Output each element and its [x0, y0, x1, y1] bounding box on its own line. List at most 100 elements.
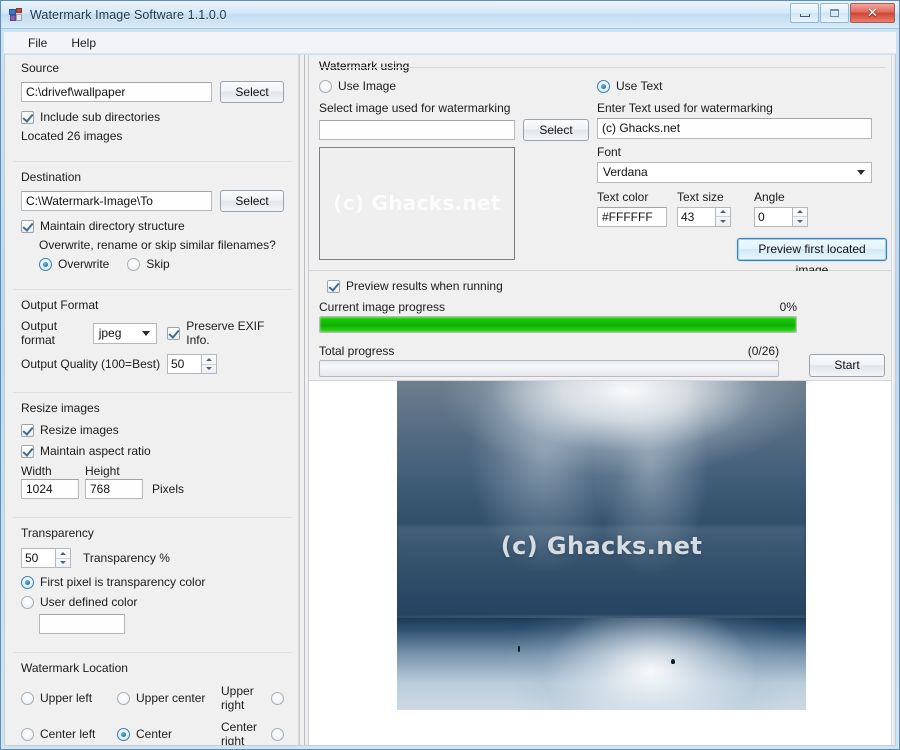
output-quality-value[interactable]: 50 [167, 354, 201, 374]
text-color-input[interactable]: #FFFFFF [597, 206, 667, 227]
font-label: Font [597, 144, 622, 159]
first-pixel-transparency-radio[interactable]: First pixel is transparency color [21, 575, 205, 589]
current-progress-percent: 0% [779, 299, 797, 314]
maintain-directory-structure-checkbox[interactable]: Maintain directory structure [21, 219, 185, 233]
watermark-image-path-input[interactable] [319, 119, 515, 140]
divider [13, 517, 292, 518]
source-path-input[interactable]: C:\drivef\wallpaper [21, 82, 213, 102]
maintain-aspect-ratio-checkbox[interactable]: Maintain aspect ratio [21, 444, 151, 458]
radio-icon [597, 79, 610, 93]
skip-radio[interactable]: Skip [127, 257, 170, 271]
angle-label: Angle [754, 189, 785, 204]
stepper-up-icon[interactable] [793, 208, 807, 217]
font-select[interactable]: Verdana [597, 161, 872, 183]
close-button[interactable]: ✕ [850, 3, 895, 23]
total-progress-label: Total progress [319, 343, 395, 358]
current-progress-fill [320, 316, 796, 332]
radio-icon [39, 257, 52, 271]
group-resize-images: Resize images Resize images Maintain asp… [13, 401, 292, 508]
stepper-buttons[interactable] [792, 206, 808, 227]
user-defined-color-label: User defined color [40, 595, 138, 609]
text-size-value[interactable]: 43 [677, 206, 715, 227]
text-color-label: Text color [597, 189, 649, 204]
watermark-image-select-button[interactable]: Select [523, 118, 589, 141]
stepper-up-icon[interactable] [716, 208, 730, 217]
preserve-exif-label: Preserve EXIF Info. [186, 319, 265, 347]
stepper-down-icon[interactable] [716, 217, 730, 226]
output-quality-stepper[interactable]: 50 [167, 354, 217, 374]
location-upper-right-radio[interactable]: Upper right [221, 684, 284, 712]
stepper-buttons[interactable] [715, 206, 731, 227]
total-progress-count: (0/26) [747, 343, 780, 358]
stepper-down-icon[interactable] [56, 559, 70, 568]
start-button[interactable]: Start [809, 353, 885, 377]
watermark-image-caption: Select image used for watermarking [319, 100, 511, 115]
stepper-up-icon[interactable] [56, 549, 70, 559]
overwrite-radio[interactable]: Overwrite [39, 257, 109, 271]
group-source-title: Source [21, 61, 60, 75]
title-bar: Watermark Image Software 1.1.0.0 ✕ [1, 1, 899, 29]
source-select-button[interactable]: Select [220, 81, 284, 103]
stepper-up-icon[interactable] [202, 355, 216, 365]
resize-images-checkbox[interactable]: Resize images [21, 423, 119, 437]
use-text-radio[interactable]: Use Text [597, 79, 662, 93]
app-window-icon [8, 7, 24, 23]
stepper-buttons[interactable] [201, 354, 217, 374]
divider [13, 652, 292, 653]
include-sub-directories-label: Include sub directories [40, 110, 161, 124]
output-format-select[interactable]: jpeg [92, 322, 158, 344]
preserve-exif-checkbox[interactable]: Preserve EXIF Info. [167, 319, 284, 347]
stepper-down-icon[interactable] [793, 217, 807, 226]
stepper-down-icon[interactable] [202, 365, 216, 374]
watermark-text-input[interactable]: (c) Ghacks.net [597, 117, 872, 139]
destination-select-button[interactable]: Select [220, 190, 284, 212]
location-center-left-radio[interactable]: Center left [21, 727, 117, 741]
maximize-button[interactable] [820, 3, 849, 23]
height-input[interactable]: 768 [85, 479, 143, 499]
text-size-label: Text size [677, 189, 724, 204]
radio-icon [21, 727, 34, 741]
text-size-stepper[interactable]: 43 [677, 206, 731, 227]
overwrite-question-label: Overwrite, rename or skip similar filena… [39, 238, 276, 252]
group-transparency-title: Transparency [21, 526, 94, 540]
user-defined-color-radio[interactable]: User defined color [21, 595, 137, 609]
stepper-buttons[interactable] [55, 548, 71, 568]
preview-boat-left [517, 645, 520, 652]
window-title: Watermark Image Software 1.1.0.0 [30, 7, 227, 22]
group-resize-title: Resize images [21, 401, 100, 415]
right-edge-strip [891, 55, 895, 745]
width-label: Width [21, 464, 52, 478]
minimize-button[interactable] [790, 3, 819, 23]
menu-item-help[interactable]: Help [59, 33, 108, 53]
maintain-aspect-ratio-label: Maintain aspect ratio [40, 444, 151, 458]
watermark-image-ghost-text: (c) Ghacks.net [333, 191, 501, 215]
panel-splitter[interactable] [299, 55, 309, 745]
use-image-label: Use Image [338, 79, 397, 93]
width-input[interactable]: 1024 [21, 479, 79, 499]
include-sub-directories-checkbox[interactable]: Include sub directories [21, 110, 160, 124]
location-center-radio[interactable]: Center [117, 727, 221, 741]
preview-results-checkbox[interactable]: Preview results when running [327, 279, 503, 293]
font-value: Verdana [603, 165, 648, 179]
angle-value[interactable]: 0 [754, 206, 792, 227]
location-center-label: Center [136, 727, 173, 741]
destination-path-input[interactable]: C:\Watermark-Image\To [21, 191, 213, 211]
resize-images-label: Resize images [40, 423, 119, 437]
location-center-left-label: Center left [40, 727, 96, 741]
radio-icon [271, 727, 284, 741]
user-defined-color-input[interactable] [39, 614, 125, 634]
transparency-stepper[interactable]: 50 [21, 548, 71, 568]
checkbox-icon [21, 110, 34, 124]
menu-item-file[interactable]: File [16, 33, 59, 53]
location-upper-left-radio[interactable]: Upper left [21, 691, 117, 705]
transparency-value[interactable]: 50 [21, 548, 55, 568]
location-center-right-radio[interactable]: Center right [221, 720, 284, 745]
preview-first-image-button[interactable]: Preview first located image [737, 237, 887, 277]
current-progress-label: Current image progress [319, 299, 446, 314]
angle-stepper[interactable]: 0 [754, 206, 808, 227]
group-output-format: Output Format Output format jpeg Preserv… [13, 298, 292, 383]
close-icon: ✕ [867, 5, 878, 21]
use-image-radio[interactable]: Use Image [319, 79, 396, 93]
location-upper-center-radio[interactable]: Upper center [117, 691, 221, 705]
radio-icon [21, 691, 34, 705]
